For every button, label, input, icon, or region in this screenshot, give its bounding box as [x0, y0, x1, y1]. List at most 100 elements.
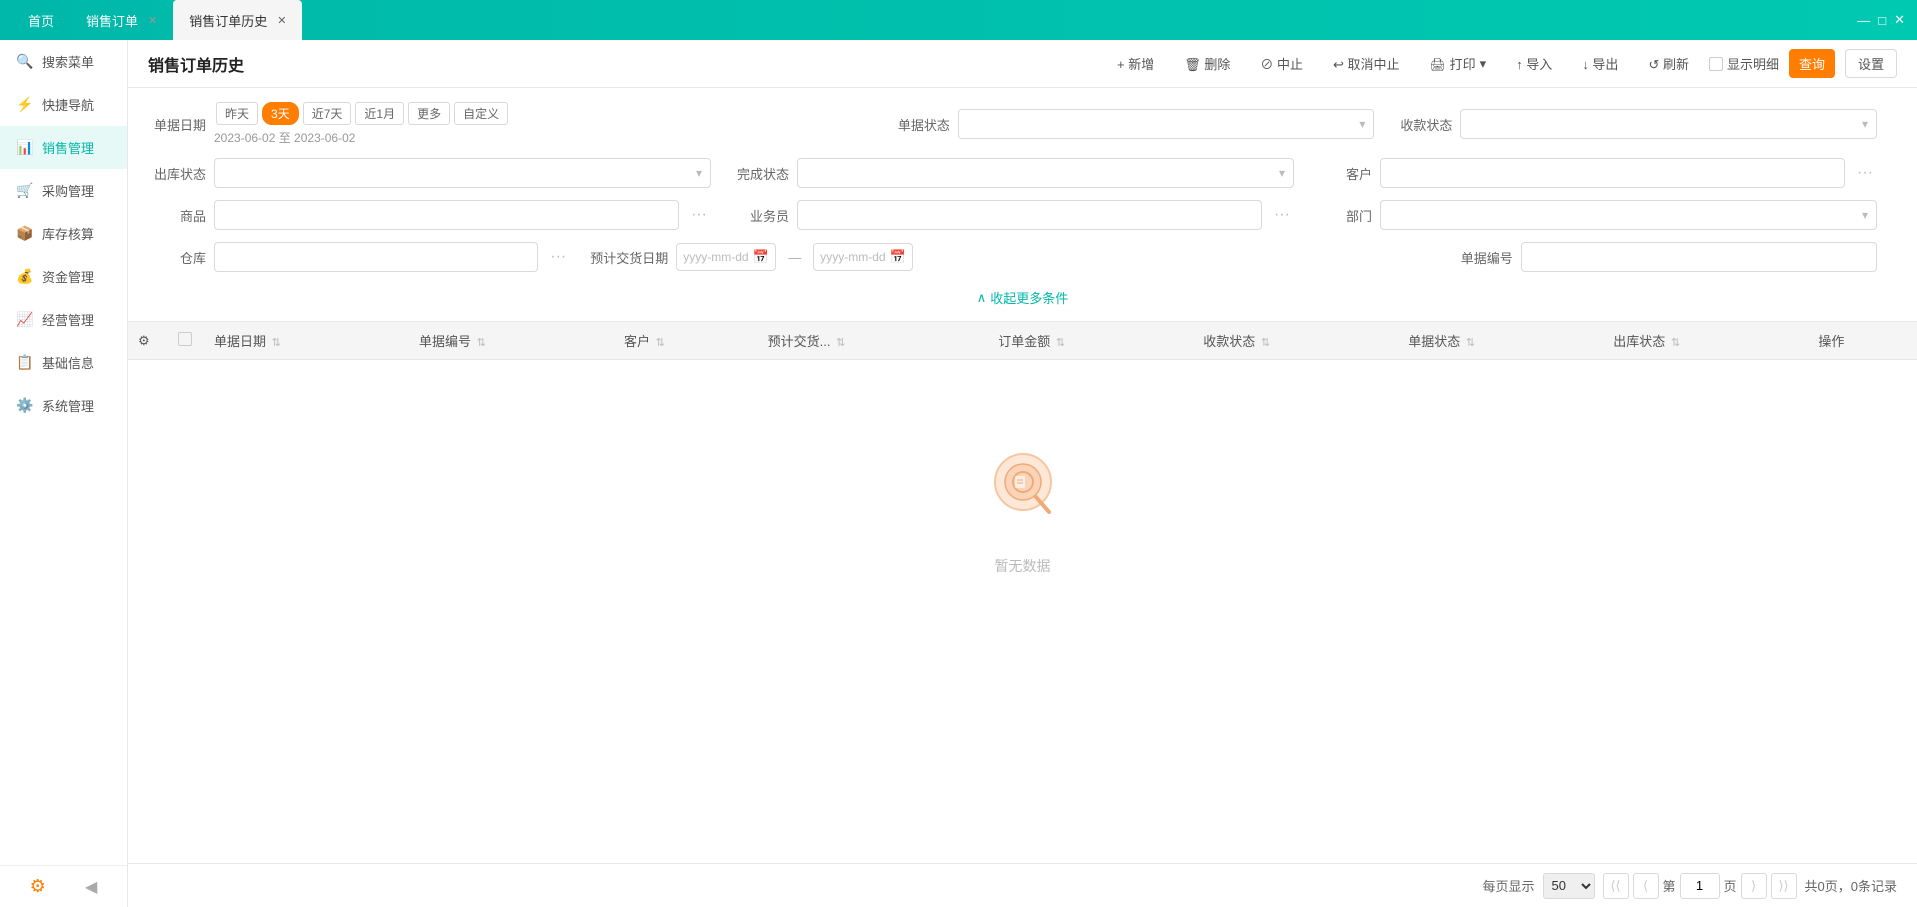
salesperson-dots[interactable]: ··· — [1270, 206, 1294, 224]
date-btn-custom[interactable]: 自定义 — [454, 102, 508, 125]
collapse-button[interactable]: ∧ 收起更多条件 — [977, 288, 1069, 307]
sidebar-item-sales-mgmt[interactable]: 📊 销售管理 — [0, 126, 127, 169]
sidebar-bottom: ⚙ ◀ — [0, 865, 127, 907]
th-out-status[interactable]: 出库状态 ⇅ — [1603, 322, 1808, 360]
new-button[interactable]: + 新增 — [1107, 49, 1164, 78]
date-btn-1month[interactable]: 近1月 — [355, 102, 404, 125]
filter-dept-group: 部门 ▾ — [1314, 200, 1897, 230]
sidebar-settings-icon[interactable]: ⚙ — [30, 876, 46, 897]
query-button[interactable]: 查询 — [1789, 49, 1835, 78]
warehouse-dots[interactable]: ··· — [546, 248, 570, 266]
complete-status-label: 完成状态 — [731, 164, 789, 183]
th-settings[interactable]: ⚙ — [128, 322, 168, 360]
close-tab-history[interactable]: ✕ — [277, 14, 286, 27]
per-page-select[interactable]: 50 10 20 100 — [1543, 873, 1595, 899]
product-input[interactable] — [214, 200, 679, 230]
calendar-icon-to: 📅 — [890, 249, 906, 265]
customer-input[interactable] — [1380, 158, 1845, 188]
sidebar-item-inventory[interactable]: 📦 库存核算 — [0, 212, 127, 255]
page-header: 销售订单历史 + 新增 🗑 删除 ⊘ 中止 ↩ 取消中止 🖨 打印 ▾ — [128, 40, 1917, 88]
table-body: 暂无数据 — [128, 360, 1917, 657]
window-close[interactable]: ✕ — [1894, 12, 1905, 28]
tab-sales-order[interactable]: 销售订单 ✕ — [70, 0, 173, 40]
delivery-date-from[interactable]: yyyy-mm-dd 📅 — [676, 243, 776, 271]
sort-order-icon: ⇅ — [1466, 337, 1475, 349]
dept-arrow: ▾ — [1862, 208, 1868, 222]
date-btn-7days[interactable]: 近7天 — [303, 102, 352, 125]
first-page-button[interactable]: ⟨⟨ — [1603, 873, 1629, 899]
per-page-label: 每页显示 — [1482, 876, 1534, 895]
th-payment-status[interactable]: 收款状态 ⇅ — [1193, 322, 1398, 360]
th-checkbox[interactable] — [168, 322, 204, 360]
dept-select[interactable]: ▾ — [1380, 200, 1877, 230]
basic-info-icon: 📋 — [16, 354, 34, 372]
top-bar-right: — □ ✕ — [1857, 12, 1905, 28]
content-area: 销售订单历史 + 新增 🗑 删除 ⊘ 中止 ↩ 取消中止 🖨 打印 ▾ — [128, 40, 1917, 907]
delete-button[interactable]: 🗑 删除 — [1174, 49, 1240, 78]
th-order-status[interactable]: 单据状态 ⇅ — [1398, 322, 1603, 360]
customer-label: 客户 — [1314, 164, 1372, 183]
prev-page-button[interactable]: ⟨ — [1633, 873, 1659, 899]
delivery-date-to[interactable]: yyyy-mm-dd 📅 — [813, 243, 913, 271]
pagination-total: 共0页，0条记录 — [1805, 876, 1897, 895]
select-all-checkbox[interactable] — [178, 332, 192, 346]
sidebar-item-operation[interactable]: 📈 经营管理 — [0, 298, 127, 341]
out-status-select[interactable]: ▾ — [214, 158, 711, 188]
order-no-input[interactable] — [1521, 242, 1877, 272]
date-btn-3days[interactable]: 3天 — [262, 102, 299, 125]
product-dots[interactable]: ··· — [687, 206, 711, 224]
filter-row-3: 商品 ··· 业务员 ··· 部门 ▾ — [148, 200, 1897, 230]
payment-status-select[interactable]: ▾ — [1460, 109, 1877, 139]
refresh-button[interactable]: ↺ 刷新 — [1638, 49, 1699, 78]
warehouse-input[interactable] — [214, 242, 538, 272]
product-label: 商品 — [148, 206, 206, 225]
out-status-label: 出库状态 — [148, 164, 206, 183]
complete-status-select[interactable]: ▾ — [797, 158, 1294, 188]
display-detail-checkbox[interactable] — [1709, 57, 1723, 71]
salesperson-input[interactable] — [797, 200, 1262, 230]
export-button[interactable]: ↓ 导出 — [1572, 49, 1628, 78]
next-page-button[interactable]: ⟩ — [1741, 873, 1767, 899]
th-no[interactable]: 单据编号 ⇅ — [409, 322, 614, 360]
close-tab-sales-order[interactable]: ✕ — [148, 14, 157, 27]
dept-label: 部门 — [1314, 206, 1372, 225]
page-number-input[interactable] — [1680, 873, 1720, 899]
sidebar-item-finance[interactable]: 💰 资金管理 — [0, 255, 127, 298]
settings-button[interactable]: 设置 — [1845, 49, 1897, 78]
th-delivery-date[interactable]: 预计交货... ⇅ — [758, 322, 989, 360]
window-maximize[interactable]: □ — [1878, 13, 1886, 28]
calendar-icon-from: 📅 — [753, 249, 769, 265]
filter-order-no-group: 单据编号 — [1455, 242, 1897, 272]
warehouse-label: 仓库 — [148, 248, 206, 267]
date-buttons: 昨天 3天 近7天 近1月 更多 自定义 — [216, 102, 872, 125]
customer-dots[interactable]: ··· — [1853, 164, 1877, 182]
order-status-arrow: ▾ — [1359, 117, 1365, 131]
sidebar-item-sys-mgmt[interactable]: ⚙️ 系统管理 — [0, 384, 127, 427]
import-button[interactable]: ↑ 导入 — [1506, 49, 1562, 78]
sidebar-item-quick-nav[interactable]: ⚡ 快捷导航 — [0, 83, 127, 126]
stop-button[interactable]: ⊘ 中止 — [1250, 49, 1313, 78]
pagination-nav: ⟨⟨ ⟨ 第 页 ⟩ ⟩⟩ — [1603, 873, 1797, 899]
order-status-label: 单据状态 — [892, 115, 950, 134]
sidebar-collapse-icon[interactable]: ◀ — [85, 877, 97, 897]
order-status-select[interactable]: ▾ — [958, 109, 1375, 139]
window-minimize[interactable]: — — [1857, 13, 1870, 28]
cancel-stop-button[interactable]: ↩ 取消中止 — [1323, 49, 1410, 78]
sidebar-item-basic-info[interactable]: 📋 基础信息 — [0, 341, 127, 384]
sys-icon: ⚙️ — [16, 397, 34, 415]
tab-sales-order-history[interactable]: 销售订单历史 ✕ — [173, 0, 302, 40]
display-detail-toggle[interactable]: 显示明细 — [1709, 54, 1779, 73]
sidebar-item-search-menu[interactable]: 🔍 搜索菜单 — [0, 40, 127, 83]
th-amount[interactable]: 订单金额 ⇅ — [988, 322, 1193, 360]
quick-nav-icon: ⚡ — [16, 96, 34, 114]
date-btn-more[interactable]: 更多 — [408, 102, 450, 125]
sort-payment-icon: ⇅ — [1261, 337, 1270, 349]
date-btn-today[interactable]: 昨天 — [216, 102, 258, 125]
sidebar-item-purchase-mgmt[interactable]: 🛒 采购管理 — [0, 169, 127, 212]
last-page-button[interactable]: ⟩⟩ — [1771, 873, 1797, 899]
print-button[interactable]: 🖨 打印 ▾ — [1420, 49, 1497, 78]
tab-home[interactable]: 首页 — [12, 0, 70, 40]
filter-complete-status-group: 完成状态 ▾ — [731, 158, 1314, 188]
th-customer[interactable]: 客户 ⇅ — [614, 322, 758, 360]
th-date[interactable]: 单据日期 ⇅ — [204, 322, 409, 360]
